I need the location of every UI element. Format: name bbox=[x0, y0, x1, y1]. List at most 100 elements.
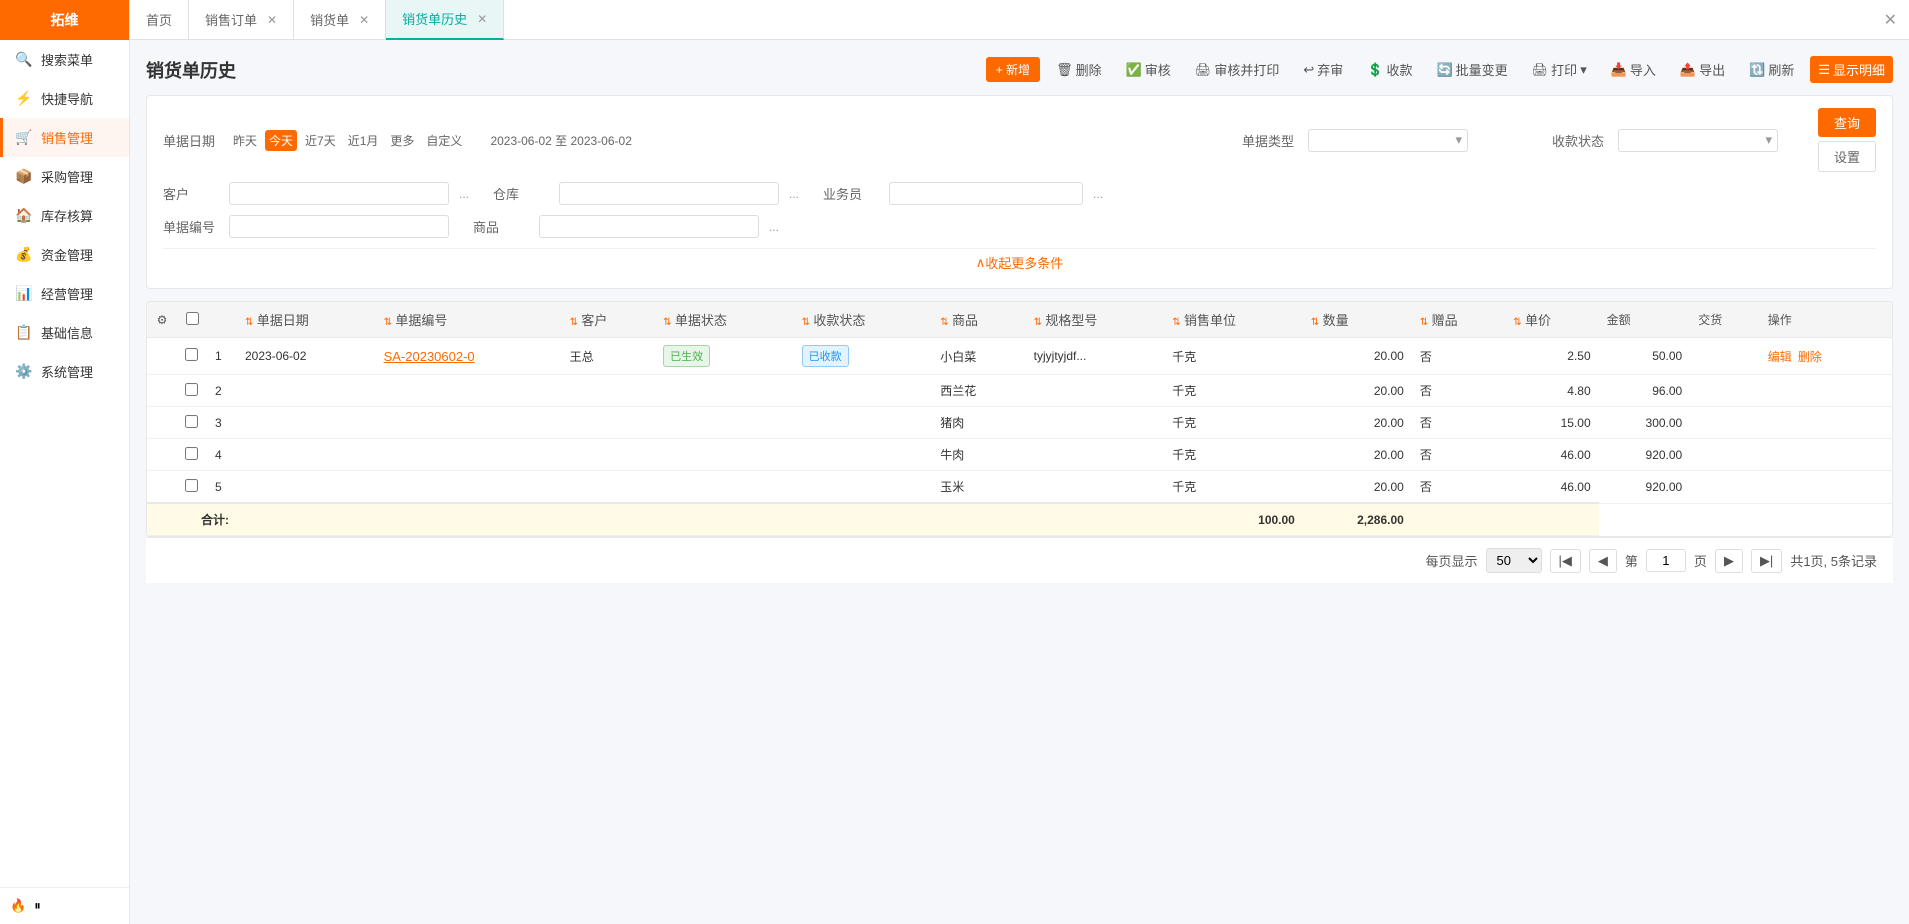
row-checkbox[interactable] bbox=[185, 415, 198, 428]
col-gift[interactable]: ⇅ 赠品 bbox=[1412, 302, 1505, 338]
customer-more-btn[interactable]: ... bbox=[459, 187, 469, 201]
page-last-btn[interactable]: ▶| bbox=[1751, 549, 1782, 573]
delete-button[interactable]: 🗑 删除 bbox=[1048, 56, 1110, 83]
table-cell bbox=[1690, 407, 1760, 439]
customer-input[interactable] bbox=[229, 182, 449, 205]
shortcut-1month[interactable]: 近1月 bbox=[344, 130, 383, 151]
payment-status-badge: 已收款 bbox=[802, 345, 849, 367]
tab-sales-history-close[interactable]: ✕ bbox=[477, 12, 487, 26]
sales-icon: 🛒 bbox=[15, 129, 33, 147]
col-docno[interactable]: ⇅ 单据编号 bbox=[376, 302, 562, 338]
select-all-checkbox[interactable] bbox=[186, 312, 199, 325]
tab-sales-history[interactable]: 销货单历史 ✕ bbox=[386, 0, 504, 40]
edit-action-btn[interactable]: 编辑 bbox=[1768, 350, 1792, 364]
collect-button[interactable]: 💲 收款 bbox=[1359, 56, 1420, 83]
col-settings[interactable]: ⚙ bbox=[147, 302, 177, 338]
payment-status-select[interactable] bbox=[1618, 129, 1778, 152]
import-button[interactable]: 📥 导入 bbox=[1603, 56, 1664, 83]
delete-action-btn[interactable]: 删除 bbox=[1798, 350, 1822, 364]
shortcut-today[interactable]: 今天 bbox=[265, 130, 297, 151]
table-cell: 否 bbox=[1412, 338, 1505, 375]
col-unitprice[interactable]: ⇅ 单价 bbox=[1505, 302, 1598, 338]
table-cell bbox=[376, 439, 562, 471]
row-checkbox[interactable] bbox=[185, 447, 198, 460]
table-cell bbox=[1026, 439, 1165, 471]
shortcut-yesterday[interactable]: 昨天 bbox=[229, 130, 261, 151]
shortcut-custom[interactable]: 自定义 bbox=[422, 130, 466, 151]
refresh-button[interactable]: 🔃 刷新 bbox=[1741, 56, 1802, 83]
tab-bar: 首页 销售订单 ✕ 销货单 ✕ 销货单历史 ✕ ✕ bbox=[130, 0, 1909, 40]
table-cell bbox=[376, 407, 562, 439]
tab-sales-order-close[interactable]: ✕ bbox=[267, 13, 277, 27]
doc-no-input[interactable] bbox=[229, 215, 449, 238]
doc-type-select[interactable] bbox=[1308, 129, 1468, 152]
row-checkbox[interactable] bbox=[185, 479, 198, 492]
shortcut-7days[interactable]: 近7天 bbox=[301, 130, 340, 151]
page-number-input[interactable] bbox=[1646, 549, 1686, 572]
shortcut-more[interactable]: 更多 bbox=[386, 130, 418, 151]
tab-sales-goods-close[interactable]: ✕ bbox=[359, 13, 369, 27]
page-next-btn[interactable]: ▶ bbox=[1715, 549, 1743, 573]
summary-label: 合计: bbox=[147, 503, 237, 536]
query-button[interactable]: 查询 bbox=[1818, 108, 1876, 137]
page-prev-btn[interactable]: ◀ bbox=[1589, 549, 1617, 573]
collapse-conditions[interactable]: ∧ 收起更多条件 bbox=[163, 248, 1876, 276]
col-docdate[interactable]: ⇅ 单据日期 bbox=[237, 302, 376, 338]
finance-icon: 💰 bbox=[15, 246, 33, 264]
sidebar-item-label: 库存核算 bbox=[41, 206, 93, 225]
salesperson-input[interactable] bbox=[889, 182, 1083, 205]
doc-no-link[interactable]: SA-20230602-0 bbox=[384, 349, 475, 364]
close-all-tabs[interactable]: ✕ bbox=[1884, 10, 1909, 30]
tab-sales-order[interactable]: 销售订单 ✕ bbox=[189, 0, 294, 40]
per-page-select[interactable]: 50 100 bbox=[1486, 548, 1542, 573]
sidebar-item-label: 快捷导航 bbox=[41, 89, 93, 108]
batch-change-button[interactable]: 🔄 批量变更 bbox=[1428, 56, 1515, 83]
review-button[interactable]: ✅ 审核 bbox=[1118, 56, 1179, 83]
warehouse-input[interactable] bbox=[559, 182, 779, 205]
sidebar-item-search[interactable]: 🔍 搜索菜单 bbox=[0, 40, 129, 79]
sidebar-item-basic[interactable]: 📋 基础信息 bbox=[0, 313, 129, 352]
sidebar-item-sales[interactable]: 🛒 销售管理 bbox=[0, 118, 129, 157]
table-cell bbox=[1760, 439, 1892, 471]
col-qty[interactable]: ⇅ 数量 bbox=[1303, 302, 1412, 338]
fire-icon[interactable]: 🔥 bbox=[10, 898, 26, 914]
col-customer[interactable]: ⇅ 客户 bbox=[562, 302, 655, 338]
sidebar-item-quicknav[interactable]: ⚡ 快捷导航 bbox=[0, 79, 129, 118]
tab-sales-goods[interactable]: 销货单 ✕ bbox=[294, 0, 386, 40]
sidebar-item-label: 销售管理 bbox=[41, 128, 93, 147]
new-button[interactable]: + 新增 bbox=[986, 57, 1040, 82]
sidebar-item-ops[interactable]: 📊 经营管理 bbox=[0, 274, 129, 313]
sidebar-item-system[interactable]: ⚙️ 系统管理 bbox=[0, 352, 129, 391]
sidebar-item-purchase[interactable]: 📦 采购管理 bbox=[0, 157, 129, 196]
row-checkbox[interactable] bbox=[185, 383, 198, 396]
table-cell bbox=[1760, 407, 1892, 439]
page-first-btn[interactable]: |◀ bbox=[1550, 549, 1581, 573]
table-cell: 5 bbox=[207, 471, 237, 504]
payment-status-select-wrap bbox=[1618, 129, 1778, 152]
table-cell: 千克 bbox=[1164, 338, 1303, 375]
sidebar-item-finance[interactable]: 💰 资金管理 bbox=[0, 235, 129, 274]
col-spec[interactable]: ⇅ 规格型号 bbox=[1026, 302, 1165, 338]
row-checkbox[interactable] bbox=[185, 348, 198, 361]
pause-icon[interactable]: ⏸ bbox=[34, 898, 41, 914]
col-goods[interactable]: ⇅ 商品 bbox=[932, 302, 1025, 338]
salesperson-more-btn[interactable]: ... bbox=[1093, 187, 1103, 201]
print-button[interactable]: 🖨 打印 ▾ bbox=[1524, 56, 1595, 83]
goods-more-btn[interactable]: ... bbox=[769, 220, 779, 234]
col-docstatus[interactable]: ⇅ 单据状态 bbox=[655, 302, 794, 338]
show-detail-button[interactable]: ☰ 显示明细 bbox=[1810, 56, 1893, 83]
col-paymentstatus[interactable]: ⇅ 收款状态 bbox=[794, 302, 933, 338]
goods-input[interactable] bbox=[539, 215, 759, 238]
table-cell: 20.00 bbox=[1303, 407, 1412, 439]
abandon-button[interactable]: ↩ 弃审 bbox=[1295, 56, 1351, 83]
table-cell bbox=[1760, 375, 1892, 407]
export-button[interactable]: 📤 导出 bbox=[1672, 56, 1733, 83]
table-cell: 15.00 bbox=[1505, 407, 1598, 439]
warehouse-more-btn[interactable]: ... bbox=[789, 187, 799, 201]
tab-home[interactable]: 首页 bbox=[130, 0, 189, 40]
settings-button[interactable]: 设置 bbox=[1818, 141, 1876, 172]
col-unit[interactable]: ⇅ 销售单位 bbox=[1164, 302, 1303, 338]
sidebar-item-inventory[interactable]: 🏠 库存核算 bbox=[0, 196, 129, 235]
col-checkbox[interactable] bbox=[177, 302, 207, 338]
review-print-button[interactable]: 🖨 审核并打印 bbox=[1187, 56, 1288, 83]
